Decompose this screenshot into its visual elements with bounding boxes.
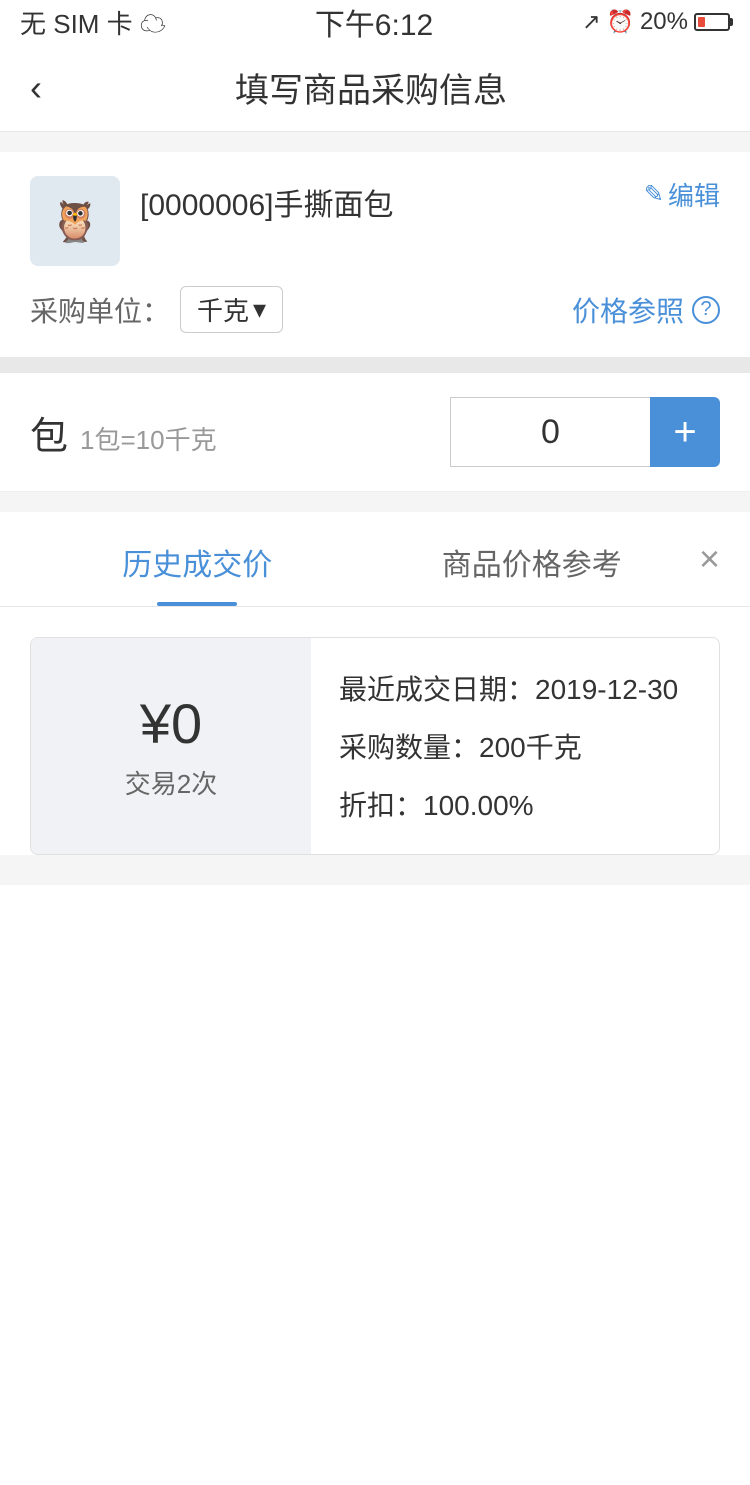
edit-icon: ✎ [644,180,664,209]
status-right: ↗ ⏰ 20% [582,8,730,36]
price-reference-button[interactable]: 价格参照 ? [572,290,720,330]
date-label: 最近成交日期： [339,674,535,705]
section-divider [0,357,750,373]
price-ref-icon: ? [692,296,720,324]
tab-price-reference[interactable]: 商品价格参考 [364,512,698,606]
product-bottom: 采购单位： 千克 ▾ 价格参照 ? [30,286,720,333]
qty-label: 采购数量： [339,732,479,763]
unit-label: 采购单位： [30,290,170,330]
discount-value: 100.00% [423,790,534,821]
battery-fill [698,17,705,27]
bottom-area [0,885,750,1485]
status-bar: 无 SIM 卡 ☁ 下午6:12 ↗ ⏰ 20% [0,0,750,44]
dropdown-arrow: ▾ [253,294,266,325]
product-card: 🦉 [0000006]手撕面包 ✎ 编辑 采购单位： 千克 ▾ 价格参照 ? [0,152,750,357]
transaction-date: 最近成交日期：2019-12-30 [339,668,691,708]
transaction-quantity: 采购数量：200千克 [339,726,691,766]
product-left: 🦉 [0000006]手撕面包 [30,176,393,266]
transaction-discount: 折扣：100.00% [339,784,691,824]
battery-percent: 20% [640,8,688,36]
transaction-details: 最近成交日期：2019-12-30 采购数量：200千克 折扣：100.00% [311,638,719,854]
edit-button[interactable]: ✎ 编辑 [644,176,720,213]
transaction-summary: ¥0 交易2次 [31,638,311,854]
alarm-icon: ⏰ [607,9,634,35]
header: ‹ 填写商品采购信息 [0,44,750,132]
price-ref-label: 价格参照 [572,290,684,330]
edit-label: 编辑 [668,176,720,213]
unit-character: 包 [30,405,68,460]
quantity-input[interactable] [450,397,650,467]
close-tab-button[interactable]: × [699,518,720,600]
product-name: [0000006]手撕面包 [140,180,393,224]
transaction-count: 交易2次 [125,764,217,801]
product-thumbnail-icon: 🦉 [50,198,100,245]
transaction-price: ¥0 [140,691,202,756]
unit-conversion: 1包=10千克 [80,420,217,457]
tabs-panel: 历史成交价 商品价格参考 × ¥0 交易2次 最近成交日期：2019-12-30… [0,512,750,855]
tabs-header: 历史成交价 商品价格参考 × [0,512,750,607]
unit-label-area: 包 1包=10千克 [30,405,217,460]
location-icon: ↗ [582,9,600,35]
purchase-unit: 采购单位： 千克 ▾ [30,286,283,333]
product-top: 🦉 [0000006]手撕面包 ✎ 编辑 [30,176,720,266]
transaction-card: ¥0 交易2次 最近成交日期：2019-12-30 采购数量：200千克 折扣：… [30,637,720,855]
tab-historical-price[interactable]: 历史成交价 [30,512,364,606]
quantity-control: + [450,397,720,467]
status-time: 下午6:12 [315,0,433,44]
page-title: 填写商品采购信息 [62,63,680,112]
sim-label: 无 SIM 卡 ☁ [20,4,166,41]
unit-select-dropdown[interactable]: 千克 ▾ [180,286,283,333]
date-value: 2019-12-30 [535,674,678,705]
status-left: 无 SIM 卡 ☁ [20,4,166,41]
unit-value: 千克 [197,291,249,328]
quantity-plus-button[interactable]: + [650,397,720,467]
discount-label: 折扣： [339,790,423,821]
product-image: 🦉 [30,176,120,266]
battery-icon [694,13,730,31]
quantity-row: 包 1包=10千克 + [0,373,750,492]
qty-value: 200千克 [479,732,582,763]
back-button[interactable]: ‹ [30,67,42,109]
